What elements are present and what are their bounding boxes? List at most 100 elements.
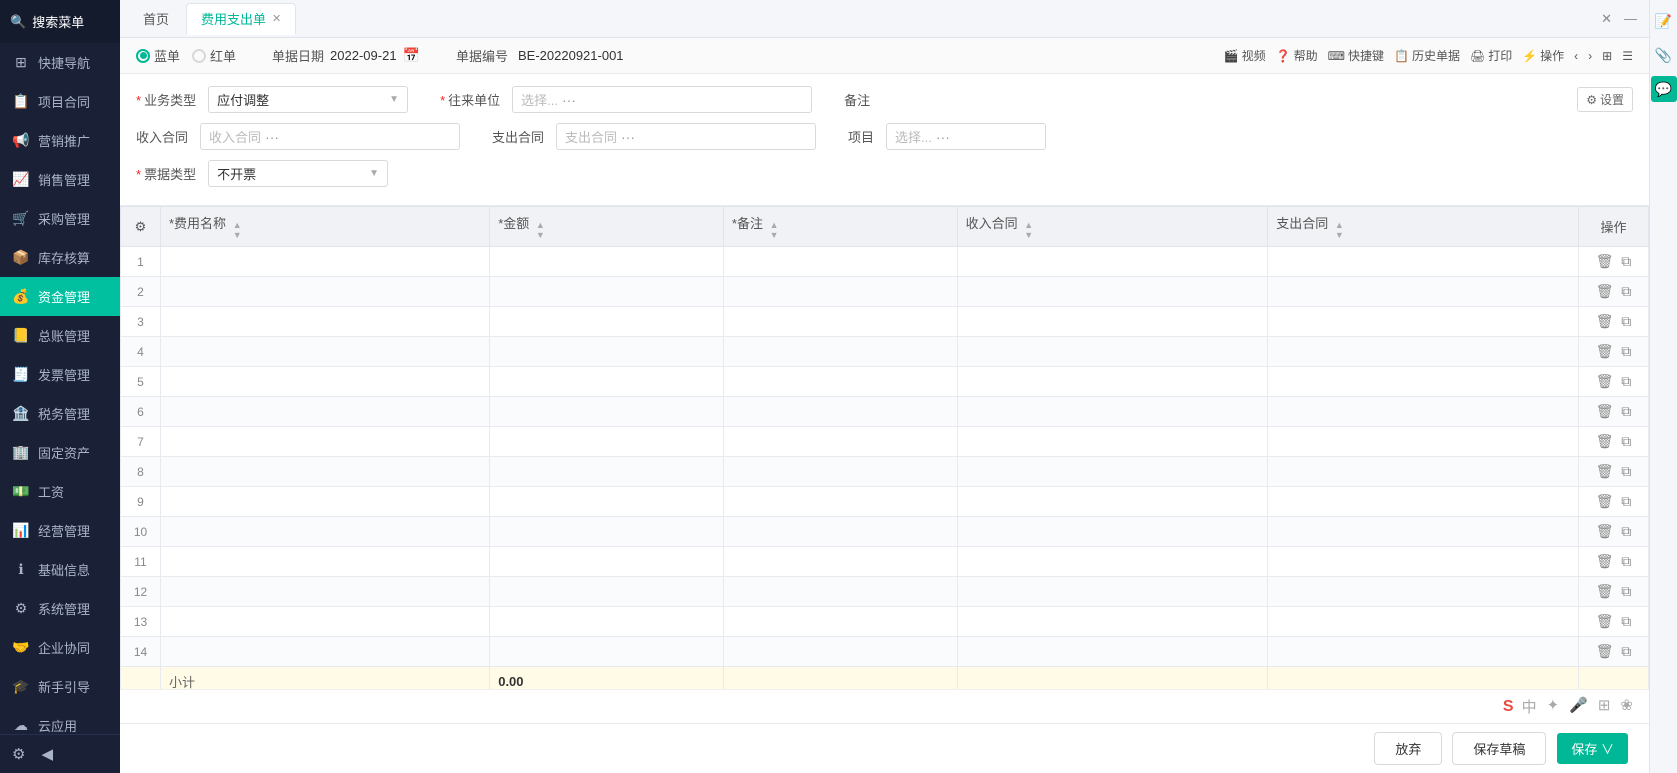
discard-button[interactable]: 放弃	[1374, 732, 1442, 765]
income-contract-dots[interactable]: ···	[265, 129, 279, 145]
row-note[interactable]	[723, 427, 957, 457]
row-copy-icon[interactable]: ⧉	[1621, 463, 1631, 479]
row-note[interactable]	[723, 577, 957, 607]
income-contract-field[interactable]: 收入合同 ···	[200, 123, 460, 150]
row-expense-name[interactable]	[161, 517, 490, 547]
row-delete-icon[interactable]: 🗑	[1596, 433, 1614, 449]
row-delete-icon[interactable]: 🗑	[1596, 493, 1614, 509]
row-delete-icon[interactable]: 🗑	[1596, 373, 1614, 389]
row-copy-icon[interactable]: ⧉	[1621, 403, 1631, 419]
row-income-contract[interactable]	[957, 397, 1268, 427]
row-expense-name[interactable]	[161, 607, 490, 637]
row-note[interactable]	[723, 307, 957, 337]
doc-no-value[interactable]: BE-20220921-001	[518, 48, 624, 63]
row-delete-icon[interactable]: 🗑	[1596, 283, 1614, 299]
expense-contract-dots[interactable]: ···	[621, 129, 635, 145]
volume-icon[interactable]: ◀	[41, 745, 53, 763]
row-income-contract[interactable]	[957, 427, 1268, 457]
row-note[interactable]	[723, 547, 957, 577]
settings-btn[interactable]: ⚙ 设置	[1577, 87, 1633, 112]
row-amount[interactable]	[490, 577, 724, 607]
row-copy-icon[interactable]: ⧉	[1621, 493, 1631, 509]
row-expense-name[interactable]	[161, 577, 490, 607]
row-delete-icon[interactable]: 🗑	[1596, 523, 1614, 539]
row-income-contract[interactable]	[957, 277, 1268, 307]
row-amount[interactable]	[490, 397, 724, 427]
minimize-icon[interactable]: —	[1620, 9, 1641, 28]
doc-date-value[interactable]: 2022-09-21	[330, 48, 397, 63]
sidebar-item-fixed-assets[interactable]: 🏢固定资产	[0, 433, 120, 472]
row-expense-contract[interactable]	[1268, 487, 1579, 517]
brand-icon-5[interactable]: ❀	[1620, 696, 1633, 717]
sidebar-item-marketing[interactable]: 📢营销推广	[0, 121, 120, 160]
row-expense-contract[interactable]	[1268, 397, 1579, 427]
row-copy-icon[interactable]: ⧉	[1621, 553, 1631, 569]
row-expense-name[interactable]	[161, 487, 490, 517]
sidebar-item-newbie[interactable]: 🎓新手引导	[0, 667, 120, 706]
brand-icon-1[interactable]: 中	[1522, 696, 1537, 717]
row-delete-icon[interactable]: 🗑	[1596, 613, 1614, 629]
row-expense-contract[interactable]	[1268, 517, 1579, 547]
row-expense-contract[interactable]	[1268, 607, 1579, 637]
row-expense-name[interactable]	[161, 367, 490, 397]
row-delete-icon[interactable]: 🗑	[1596, 343, 1614, 359]
row-delete-icon[interactable]: 🗑	[1596, 463, 1614, 479]
sidebar-item-cloud-apps[interactable]: ☁云应用	[0, 706, 120, 734]
sidebar-item-system[interactable]: ⚙系统管理	[0, 589, 120, 628]
row-amount[interactable]	[490, 637, 724, 667]
sidebar-item-inventory[interactable]: 📦库存核算	[0, 238, 120, 277]
sidebar-item-basic-info[interactable]: ℹ基础信息	[0, 550, 120, 589]
row-expense-contract[interactable]	[1268, 307, 1579, 337]
save-draft-button[interactable]: 保存草稿	[1452, 732, 1546, 765]
row-expense-contract[interactable]	[1268, 247, 1579, 277]
sidebar-item-sales[interactable]: 📈销售管理	[0, 160, 120, 199]
row-expense-contract[interactable]	[1268, 577, 1579, 607]
row-copy-icon[interactable]: ⧉	[1621, 283, 1631, 299]
row-expense-name[interactable]	[161, 337, 490, 367]
right-panel-attach[interactable]: 📎	[1651, 42, 1677, 68]
sidebar-item-project-contract[interactable]: 📋项目合同	[0, 82, 120, 121]
partner-field[interactable]: 选择... ···	[512, 86, 812, 113]
row-copy-icon[interactable]: ⧉	[1621, 643, 1631, 659]
row-delete-icon[interactable]: 🗑	[1596, 583, 1614, 599]
row-expense-contract[interactable]	[1268, 277, 1579, 307]
row-amount[interactable]	[490, 517, 724, 547]
row-note[interactable]	[723, 607, 957, 637]
project-field[interactable]: 选择... ···	[886, 123, 1046, 150]
row-expense-name[interactable]	[161, 307, 490, 337]
row-amount[interactable]	[490, 427, 724, 457]
toolbar-list-icon[interactable]: ☰	[1622, 49, 1633, 63]
row-income-contract[interactable]	[957, 367, 1268, 397]
sidebar-item-enterprise[interactable]: 🤝企业协同	[0, 628, 120, 667]
row-expense-contract[interactable]	[1268, 337, 1579, 367]
row-note[interactable]	[723, 487, 957, 517]
row-amount[interactable]	[490, 367, 724, 397]
row-delete-icon[interactable]: 🗑	[1596, 643, 1614, 659]
toolbar-grid-icon[interactable]: ⊞	[1602, 49, 1612, 63]
row-note[interactable]	[723, 247, 957, 277]
row-copy-icon[interactable]: ⧉	[1621, 433, 1631, 449]
row-income-contract[interactable]	[957, 517, 1268, 547]
print-btn[interactable]: 🖨 打印	[1470, 47, 1512, 64]
row-expense-name[interactable]	[161, 547, 490, 577]
row-income-contract[interactable]	[957, 637, 1268, 667]
row-income-contract[interactable]	[957, 487, 1268, 517]
row-amount[interactable]	[490, 607, 724, 637]
row-delete-icon[interactable]: 🗑	[1596, 313, 1614, 329]
tab-home[interactable]: 首页	[128, 3, 184, 35]
row-note[interactable]	[723, 397, 957, 427]
row-expense-name[interactable]	[161, 637, 490, 667]
ops-btn[interactable]: ⚡ 操作	[1522, 47, 1564, 64]
video-btn[interactable]: 🎬 视频	[1224, 47, 1266, 64]
row-copy-icon[interactable]: ⧉	[1621, 583, 1631, 599]
row-expense-contract[interactable]	[1268, 427, 1579, 457]
project-dots[interactable]: ···	[936, 129, 950, 145]
calendar-icon[interactable]: 📅	[403, 47, 420, 64]
row-note[interactable]	[723, 277, 957, 307]
settings-icon[interactable]: ⚙	[12, 745, 25, 763]
row-expense-contract[interactable]	[1268, 547, 1579, 577]
sidebar-item-tax[interactable]: 🏦税务管理	[0, 394, 120, 433]
row-amount[interactable]	[490, 457, 724, 487]
row-amount[interactable]	[490, 277, 724, 307]
row-expense-name[interactable]	[161, 247, 490, 277]
